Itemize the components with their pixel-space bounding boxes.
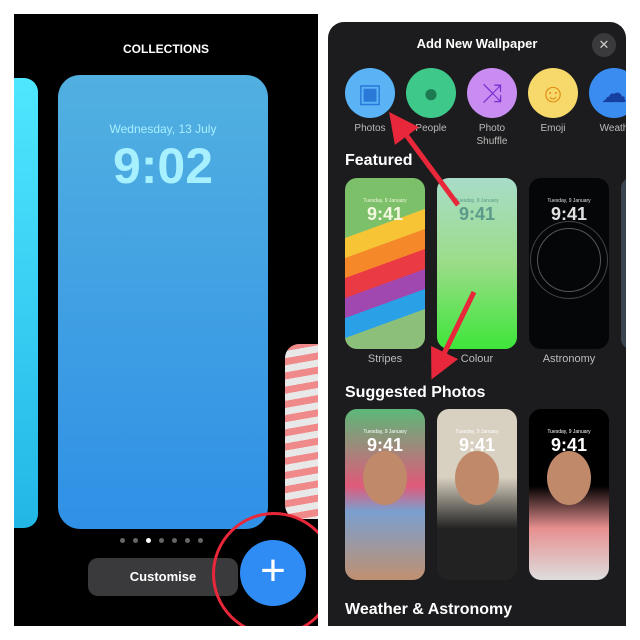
arrow-to-photos (389, 111, 461, 207)
arrow-to-suggested (431, 290, 477, 380)
annotation-arrows (389, 111, 477, 380)
